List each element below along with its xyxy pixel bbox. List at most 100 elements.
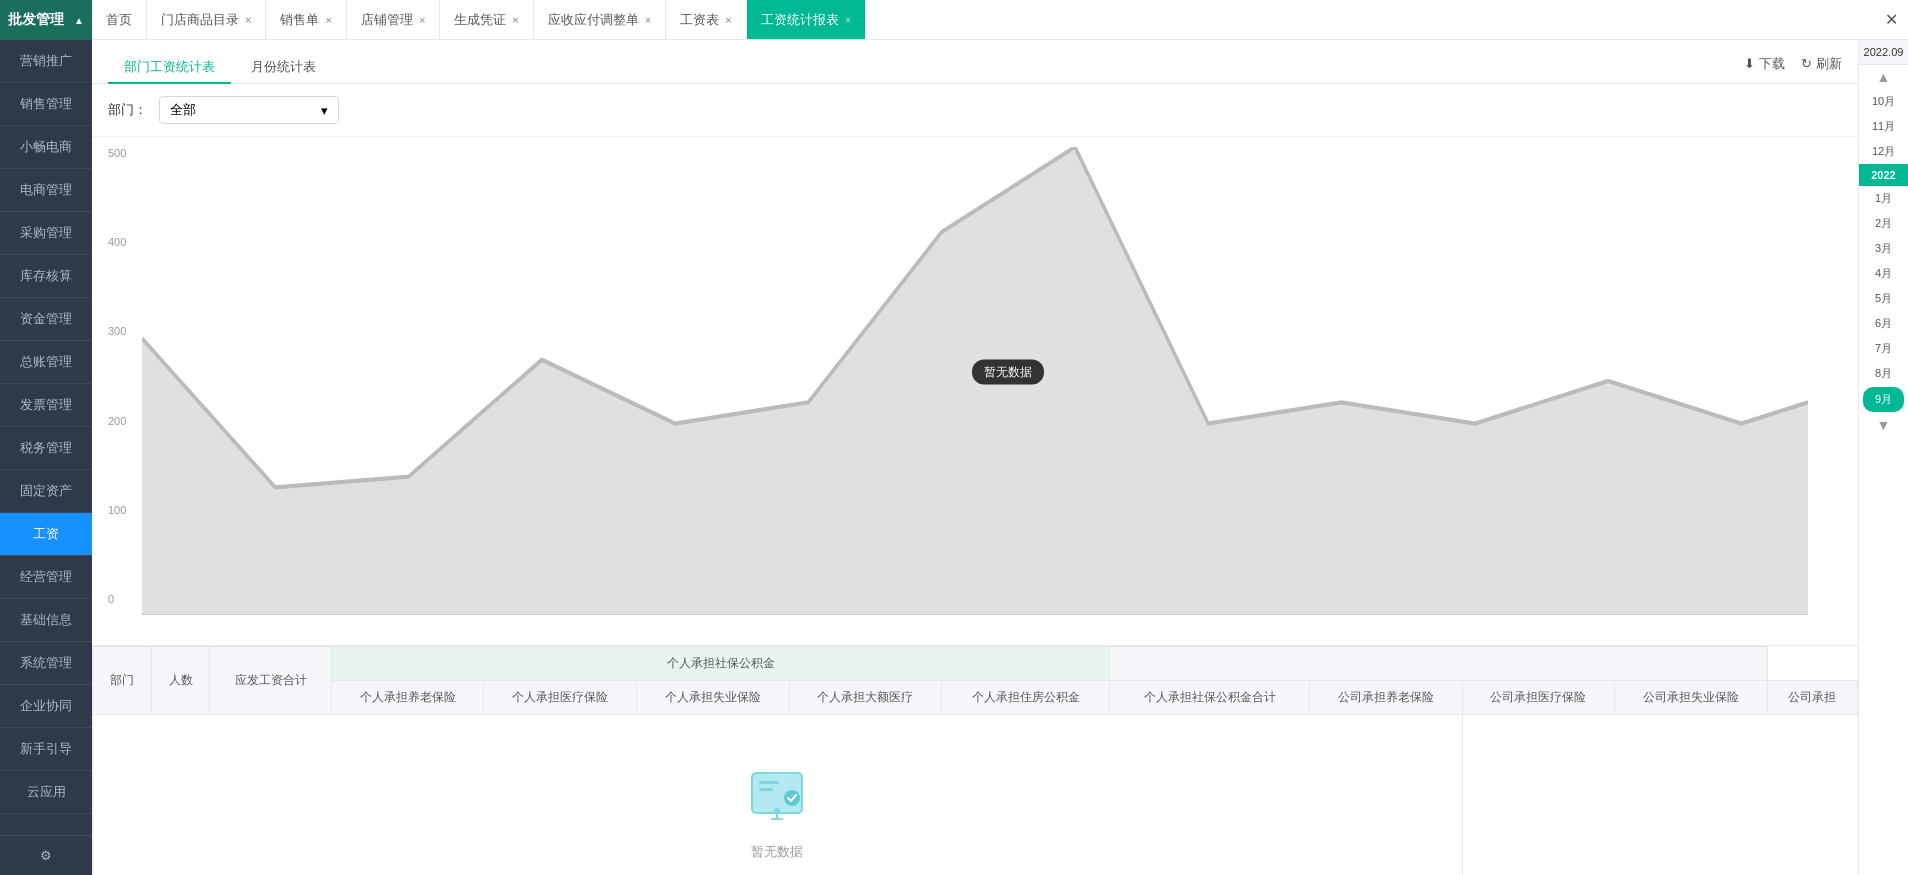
y-axis-labels: 500 400 300 200 100 0 bbox=[108, 147, 126, 605]
sidebar-item-销售管理[interactable]: 销售管理 bbox=[0, 83, 92, 126]
dept-select-value: 全部 bbox=[170, 101, 196, 119]
timeline-item-12月[interactable]: 12月 bbox=[1859, 139, 1908, 164]
tab-close-icon[interactable]: × bbox=[419, 14, 425, 26]
col-personal-total: 个人承担社保公积金合计 bbox=[1110, 681, 1310, 715]
sidebar-item-电商管理[interactable]: 电商管理 bbox=[0, 169, 92, 212]
timeline-item-10月[interactable]: 10月 bbox=[1859, 89, 1908, 114]
col-personal-insurance-group: 个人承担社保公积金 bbox=[331, 647, 1110, 681]
sub-tab-月份统计表[interactable]: 月份统计表 bbox=[235, 52, 332, 84]
dept-select[interactable]: 全部 ▾ bbox=[159, 96, 339, 124]
sub-tab-部门工资统计表[interactable]: 部门工资统计表 bbox=[108, 52, 231, 84]
col-company-pension: 公司承担养老保险 bbox=[1310, 681, 1463, 715]
timeline-header: 2022.09 bbox=[1859, 40, 1908, 65]
svg-rect-3 bbox=[759, 781, 779, 784]
timeline-item-8月[interactable]: 8月 bbox=[1859, 361, 1908, 386]
data-table: 部门 人数 应发工资合计 个人承担社保公积金 个人承担养老保险 个人承担医疗保险… bbox=[92, 646, 1858, 875]
tab-bar: 首页门店商品目录×销售单×店铺管理×生成凭证×应收应付调整单×工资表×工资统计报… bbox=[92, 0, 1908, 40]
sidebar-item-企业协同[interactable]: 企业协同 bbox=[0, 685, 92, 728]
sidebar-arrow-icon: ▲ bbox=[74, 15, 84, 26]
sub-tabs: 部门工资统计表月份统计表 ⬇ 下载 ↻ 刷新 bbox=[92, 40, 1858, 84]
chart-area: 500 400 300 200 100 0 暂无数据 bbox=[92, 137, 1858, 645]
main-area: 首页门店商品目录×销售单×店铺管理×生成凭证×应收应付调整单×工资表×工资统计报… bbox=[92, 0, 1908, 875]
tab-close-icon[interactable]: × bbox=[725, 14, 731, 26]
tab-应收应付调整单[interactable]: 应收应付调整单× bbox=[534, 0, 666, 39]
tab-close-icon[interactable]: × bbox=[325, 14, 331, 26]
tab-店铺管理[interactable]: 店铺管理× bbox=[347, 0, 440, 39]
svg-rect-4 bbox=[759, 788, 773, 791]
chevron-down-icon: ▾ bbox=[321, 103, 328, 118]
col-company-other: 公司承担 bbox=[1767, 681, 1857, 715]
sidebar-item-税务管理[interactable]: 税务管理 bbox=[0, 427, 92, 470]
sidebar-item-云应用[interactable]: 云应用 bbox=[0, 771, 92, 814]
svg-point-5 bbox=[784, 790, 800, 806]
tab-close-icon[interactable]: × bbox=[245, 14, 251, 26]
col-company-insurance-group bbox=[1110, 647, 1767, 681]
timeline-sidebar: 2022.09 ▲ 10月11月12月20221月2月3月4月5月6月7月8月9… bbox=[1858, 40, 1908, 875]
filter-bar: 部门： 全部 ▾ bbox=[92, 84, 1858, 137]
download-button[interactable]: ⬇ 下载 bbox=[1744, 55, 1785, 73]
sidebar-item-固定资产[interactable]: 固定资产 bbox=[0, 470, 92, 513]
tab-生成凭证[interactable]: 生成凭证× bbox=[440, 0, 533, 39]
tab-首页[interactable]: 首页 bbox=[92, 0, 147, 39]
tab-close-icon[interactable]: × bbox=[512, 14, 518, 26]
sidebar-item-资金管理[interactable]: 资金管理 bbox=[0, 298, 92, 341]
svg-marker-0 bbox=[142, 147, 1808, 615]
sidebar-item-发票管理[interactable]: 发票管理 bbox=[0, 384, 92, 427]
timeline-item-4月[interactable]: 4月 bbox=[1859, 261, 1908, 286]
table-empty-state: 暂无数据 bbox=[93, 715, 1463, 876]
chart-no-data-tooltip: 暂无数据 bbox=[972, 359, 1044, 384]
tab-工资统计报表[interactable]: 工资统计报表× bbox=[747, 0, 866, 39]
timeline-up-nav[interactable]: ▲ bbox=[1859, 65, 1908, 89]
sidebar: 批发管理 ▲ 营销推广销售管理小畅电商电商管理采购管理库存核算资金管理总账管理发… bbox=[0, 0, 92, 875]
gear-icon: ⚙ bbox=[40, 848, 52, 863]
chart-svg: 暂无数据 bbox=[142, 147, 1808, 615]
timeline-item-2022[interactable]: 2022 bbox=[1859, 164, 1908, 186]
col-personal-major-medical: 个人承担大额医疗 bbox=[789, 681, 942, 715]
col-company-medical: 公司承担医疗保险 bbox=[1462, 681, 1615, 715]
tab-销售单[interactable]: 销售单× bbox=[266, 0, 346, 39]
sidebar-item-系统管理[interactable]: 系统管理 bbox=[0, 642, 92, 685]
sidebar-item-基础信息[interactable]: 基础信息 bbox=[0, 599, 92, 642]
tab-工资表[interactable]: 工资表× bbox=[666, 0, 746, 39]
timeline-item-1月[interactable]: 1月 bbox=[1859, 186, 1908, 211]
col-personal-unemployment: 个人承担失业保险 bbox=[636, 681, 789, 715]
sidebar-header[interactable]: 批发管理 ▲ bbox=[0, 0, 92, 40]
col-personal-medical: 个人承担医疗保险 bbox=[484, 681, 637, 715]
sidebar-item-库存核算[interactable]: 库存核算 bbox=[0, 255, 92, 298]
tab-门店商品目录[interactable]: 门店商品目录× bbox=[147, 0, 266, 39]
timeline-down-nav[interactable]: ▼ bbox=[1859, 413, 1908, 437]
page: 部门工资统计表月份统计表 ⬇ 下载 ↻ 刷新 部门： 全部 ▾ bbox=[92, 40, 1858, 875]
sidebar-item-新手引导[interactable]: 新手引导 bbox=[0, 728, 92, 771]
sidebar-item-小畅电商[interactable]: 小畅电商 bbox=[0, 126, 92, 169]
sidebar-item-采购管理[interactable]: 采购管理 bbox=[0, 212, 92, 255]
timeline-item-6月[interactable]: 6月 bbox=[1859, 311, 1908, 336]
col-count: 人数 bbox=[151, 647, 210, 715]
col-personal-pension: 个人承担养老保险 bbox=[331, 681, 484, 715]
col-company-unemployment: 公司承担失业保险 bbox=[1615, 681, 1768, 715]
sidebar-item-经营管理[interactable]: 经营管理 bbox=[0, 556, 92, 599]
sidebar-item-工资[interactable]: 工资 bbox=[0, 513, 92, 556]
sidebar-item-营销推广[interactable]: 营销推广 bbox=[0, 40, 92, 83]
tab-close-icon[interactable]: × bbox=[845, 14, 851, 26]
sidebar-item-总账管理[interactable]: 总账管理 bbox=[0, 341, 92, 384]
table-empty-text: 暂无数据 bbox=[751, 843, 803, 861]
content-area: 部门工资统计表月份统计表 ⬇ 下载 ↻ 刷新 部门： 全部 ▾ bbox=[92, 40, 1908, 875]
download-icon: ⬇ bbox=[1744, 56, 1755, 71]
tab-close-icon[interactable]: × bbox=[645, 14, 651, 26]
refresh-icon: ↻ bbox=[1801, 56, 1812, 71]
timeline-item-5月[interactable]: 5月 bbox=[1859, 286, 1908, 311]
refresh-button[interactable]: ↻ 刷新 bbox=[1801, 55, 1842, 73]
close-window-icon[interactable]: ✕ bbox=[1885, 10, 1898, 29]
col-dept: 部门 bbox=[93, 647, 152, 715]
tab-bar-close[interactable]: ✕ bbox=[1875, 10, 1908, 29]
timeline-item-11月[interactable]: 11月 bbox=[1859, 114, 1908, 139]
sub-tabs-left: 部门工资统计表月份统计表 bbox=[108, 52, 332, 83]
sidebar-settings[interactable]: ⚙ bbox=[0, 835, 92, 875]
sidebar-title: 批发管理 bbox=[8, 11, 64, 29]
timeline-item-7月[interactable]: 7月 bbox=[1859, 336, 1908, 361]
toolbar: ⬇ 下载 ↻ 刷新 bbox=[1744, 55, 1842, 81]
timeline-item-2月[interactable]: 2月 bbox=[1859, 211, 1908, 236]
timeline-item-3月[interactable]: 3月 bbox=[1859, 236, 1908, 261]
dept-label: 部门： bbox=[108, 101, 147, 119]
timeline-item-9月[interactable]: 9月 bbox=[1863, 387, 1904, 412]
